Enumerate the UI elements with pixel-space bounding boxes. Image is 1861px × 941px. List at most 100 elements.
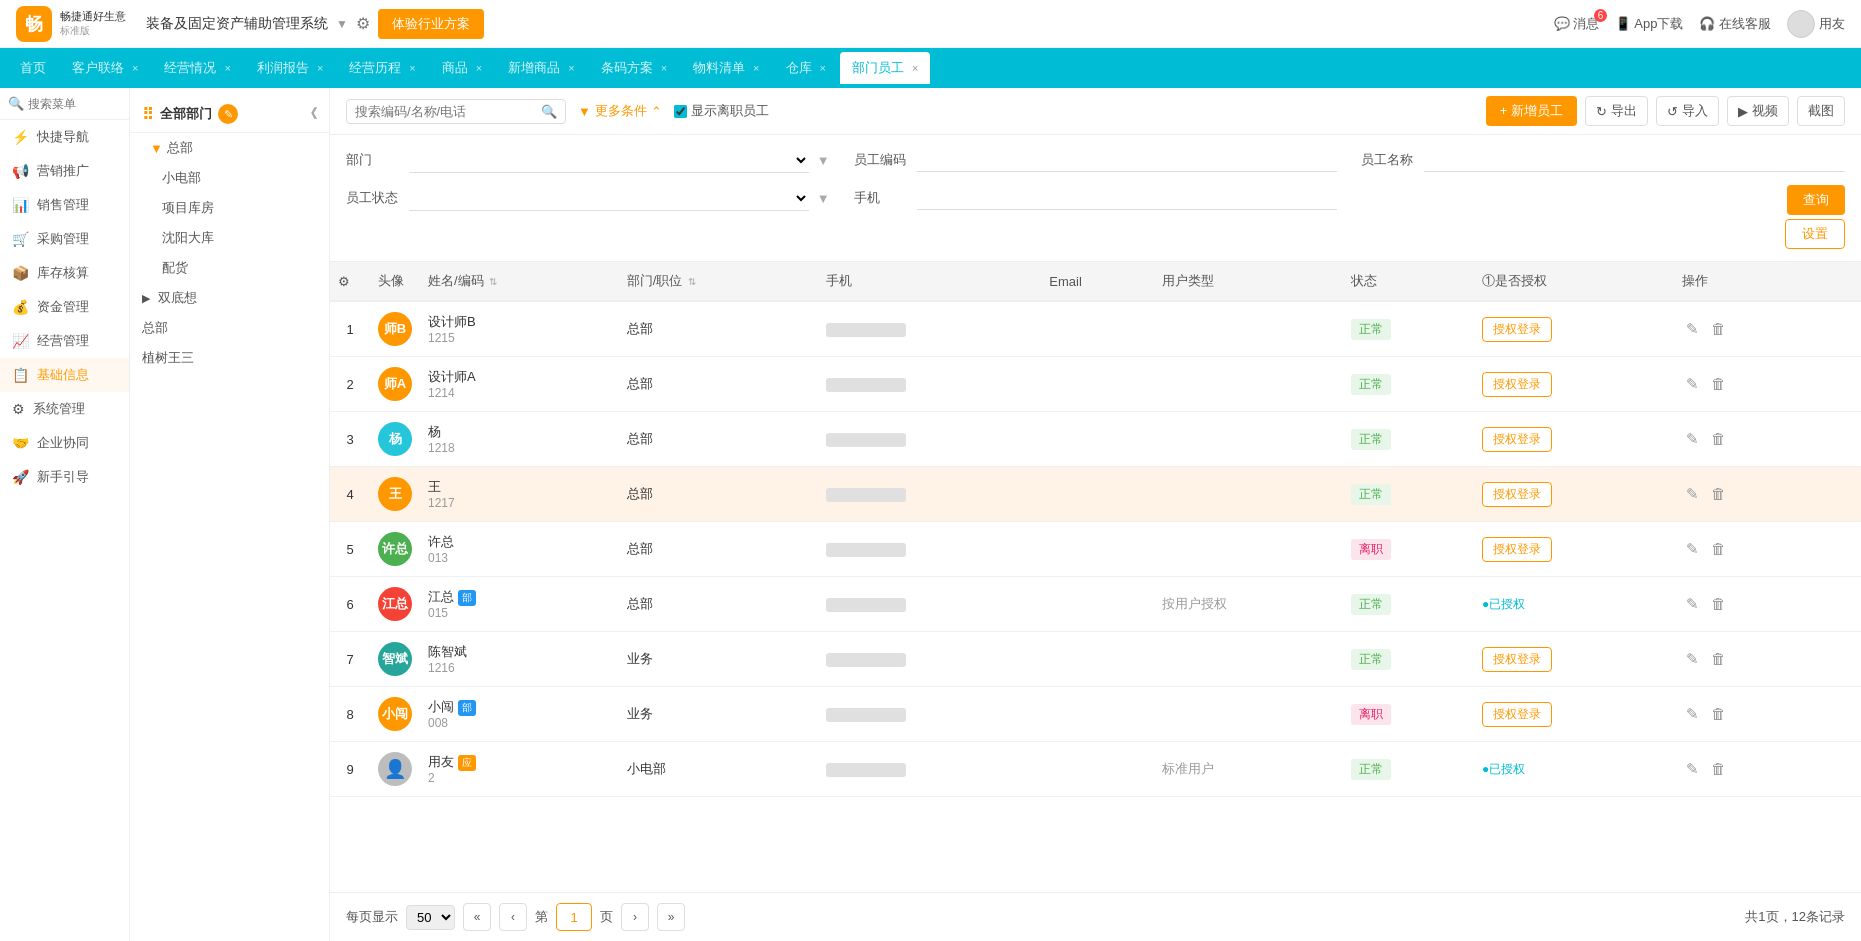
edit-btn[interactable]: ✎ [1682,318,1703,340]
tree-node-headquarters[interactable]: ▼ 总部 [130,133,329,163]
user-avatar[interactable]: 用友 [1787,10,1845,38]
show-resigned-checkbox[interactable] [674,105,687,118]
prev-page-btn[interactable]: ‹ [499,903,527,931]
auth-login-btn[interactable]: 授权登录 [1482,427,1552,452]
tab-profit[interactable]: 利润报告 × [245,52,335,84]
phone-filter-input[interactable] [917,186,1338,210]
tab-operation[interactable]: 经营情况 × [152,52,242,84]
next-page-btn[interactable]: › [621,903,649,931]
sidebar-item-business[interactable]: 📈 经营管理 [0,324,129,358]
current-page-input[interactable] [556,903,592,931]
export-btn[interactable]: ↻ 导出 [1585,96,1648,126]
online-service-btn[interactable]: 🎧 在线客服 [1699,15,1771,33]
edit-btn[interactable]: ✎ [1682,648,1703,670]
tab-add-goods[interactable]: 新增商品 × [496,52,586,84]
auth-login-btn[interactable]: 授权登录 [1482,647,1552,672]
sidebar-item-finance[interactable]: 💰 资金管理 [0,290,129,324]
sidebar-item-collab[interactable]: 🤝 企业协同 [0,426,129,460]
message-btn[interactable]: 💬 6 消息 [1554,15,1600,33]
sidebar-item-guide[interactable]: 🚀 新手引导 [0,460,129,494]
delete-btn[interactable]: 🗑 [1707,428,1730,449]
tab-history[interactable]: 经营历程 × [337,52,427,84]
sidebar-item-basic[interactable]: 📋 基础信息 [0,358,129,392]
col-settings[interactable]: ⚙ [330,262,370,301]
delete-btn[interactable]: 🗑 [1707,703,1730,724]
tab-warehouse[interactable]: 仓库 × [774,52,838,84]
sidebar-item-inventory[interactable]: 📦 库存核算 [0,256,129,290]
tree-node-zhishu[interactable]: 植树王三 [130,343,329,373]
tree-node-xiaodibu[interactable]: 小电部 [130,163,329,193]
edit-btn[interactable]: ✎ [1682,483,1703,505]
sidebar-search-input[interactable] [28,97,130,111]
edit-btn[interactable]: ✎ [1682,703,1703,725]
tab-close-icon[interactable]: × [912,62,918,74]
tree-node-shenyang[interactable]: 沈阳大库 [130,223,329,253]
tab-customer[interactable]: 客户联络 × [60,52,150,84]
tree-node-distribution[interactable]: 配货 [130,253,329,283]
tab-bom[interactable]: 物料清单 × [681,52,771,84]
search-input-wrap[interactable]: 🔍 [346,99,566,124]
auth-login-btn[interactable]: 授权登录 [1482,372,1552,397]
search-btn[interactable]: 查询 [1787,185,1845,215]
delete-btn[interactable]: 🗑 [1707,648,1730,669]
sidebar-item-system[interactable]: ⚙ 系统管理 [0,392,129,426]
dept-edit-btn[interactable]: ✎ [218,104,238,124]
delete-btn[interactable]: 🗑 [1707,483,1730,504]
gear-icon[interactable]: ⚙ [356,14,370,33]
col-name[interactable]: 姓名/编码 ⇅ [420,262,619,301]
collapse-icon[interactable]: 《 [304,105,317,123]
edit-btn[interactable]: ✎ [1682,428,1703,450]
auth-login-btn[interactable]: 授权登录 [1482,702,1552,727]
tab-close-icon[interactable]: × [476,62,482,74]
tab-close-icon[interactable]: × [661,62,667,74]
sidebar-item-quicknav[interactable]: ⚡ 快捷导航 [0,120,129,154]
tab-close-icon[interactable]: × [132,62,138,74]
delete-btn[interactable]: 🗑 [1707,318,1730,339]
empname-filter-input[interactable] [1424,148,1845,172]
delete-btn[interactable]: 🗑 [1707,373,1730,394]
delete-btn[interactable]: 🗑 [1707,538,1730,559]
first-page-btn[interactable]: « [463,903,491,931]
filter-more-btn[interactable]: ▼ 更多条件 ⌃ [578,102,662,120]
sidebar-item-marketing[interactable]: 📢 营销推广 [0,154,129,188]
tree-node-shuangdi[interactable]: ▶ 双底想 [130,283,329,313]
app-download-btn[interactable]: 📱 App下载 [1615,15,1683,33]
edit-btn[interactable]: ✎ [1682,373,1703,395]
tab-close-icon[interactable]: × [753,62,759,74]
set-btn[interactable]: 设置 [1785,219,1845,249]
auth-login-btn[interactable]: 授权登录 [1482,537,1552,562]
edit-btn[interactable]: ✎ [1682,593,1703,615]
delete-btn[interactable]: 🗑 [1707,593,1730,614]
tab-close-icon[interactable]: × [820,62,826,74]
tab-close-icon[interactable]: × [224,62,230,74]
tree-node-zongbu[interactable]: 总部 [130,313,329,343]
dept-filter-select[interactable] [409,147,809,173]
empcode-filter-input[interactable] [917,148,1338,172]
screenshot-btn[interactable]: 截图 [1797,96,1845,126]
add-employee-btn[interactable]: + 新增员工 [1486,96,1577,126]
search-input[interactable] [355,104,537,119]
status-filter-select[interactable] [409,185,809,211]
tab-home[interactable]: 首页 [8,52,58,84]
tab-close-icon[interactable]: × [409,62,415,74]
tab-goods[interactable]: 商品 × [430,52,494,84]
sidebar-item-sales[interactable]: 📊 销售管理 [0,188,129,222]
edit-btn[interactable]: ✎ [1682,538,1703,560]
page-size-select[interactable]: 50 [406,905,455,930]
delete-btn[interactable]: 🗑 [1707,758,1730,779]
sidebar-search[interactable]: 🔍 [0,88,129,120]
try-btn[interactable]: 体验行业方案 [378,9,484,39]
last-page-btn[interactable]: » [657,903,685,931]
auth-login-btn[interactable]: 授权登录 [1482,317,1552,342]
view-btn[interactable]: ▶ 视频 [1727,96,1789,126]
edit-btn[interactable]: ✎ [1682,758,1703,780]
tab-dept-employee[interactable]: 部门员工 × [840,52,930,84]
tab-barcode[interactable]: 条码方案 × [589,52,679,84]
tab-close-icon[interactable]: × [568,62,574,74]
dropdown-arrow-icon[interactable]: ▼ [336,17,348,31]
tree-node-project[interactable]: 项目库房 [130,193,329,223]
col-dept[interactable]: 部门/职位 ⇅ [619,262,818,301]
tab-close-icon[interactable]: × [317,62,323,74]
sidebar-item-purchase[interactable]: 🛒 采购管理 [0,222,129,256]
show-resigned-toggle[interactable]: 显示离职员工 [674,102,769,120]
